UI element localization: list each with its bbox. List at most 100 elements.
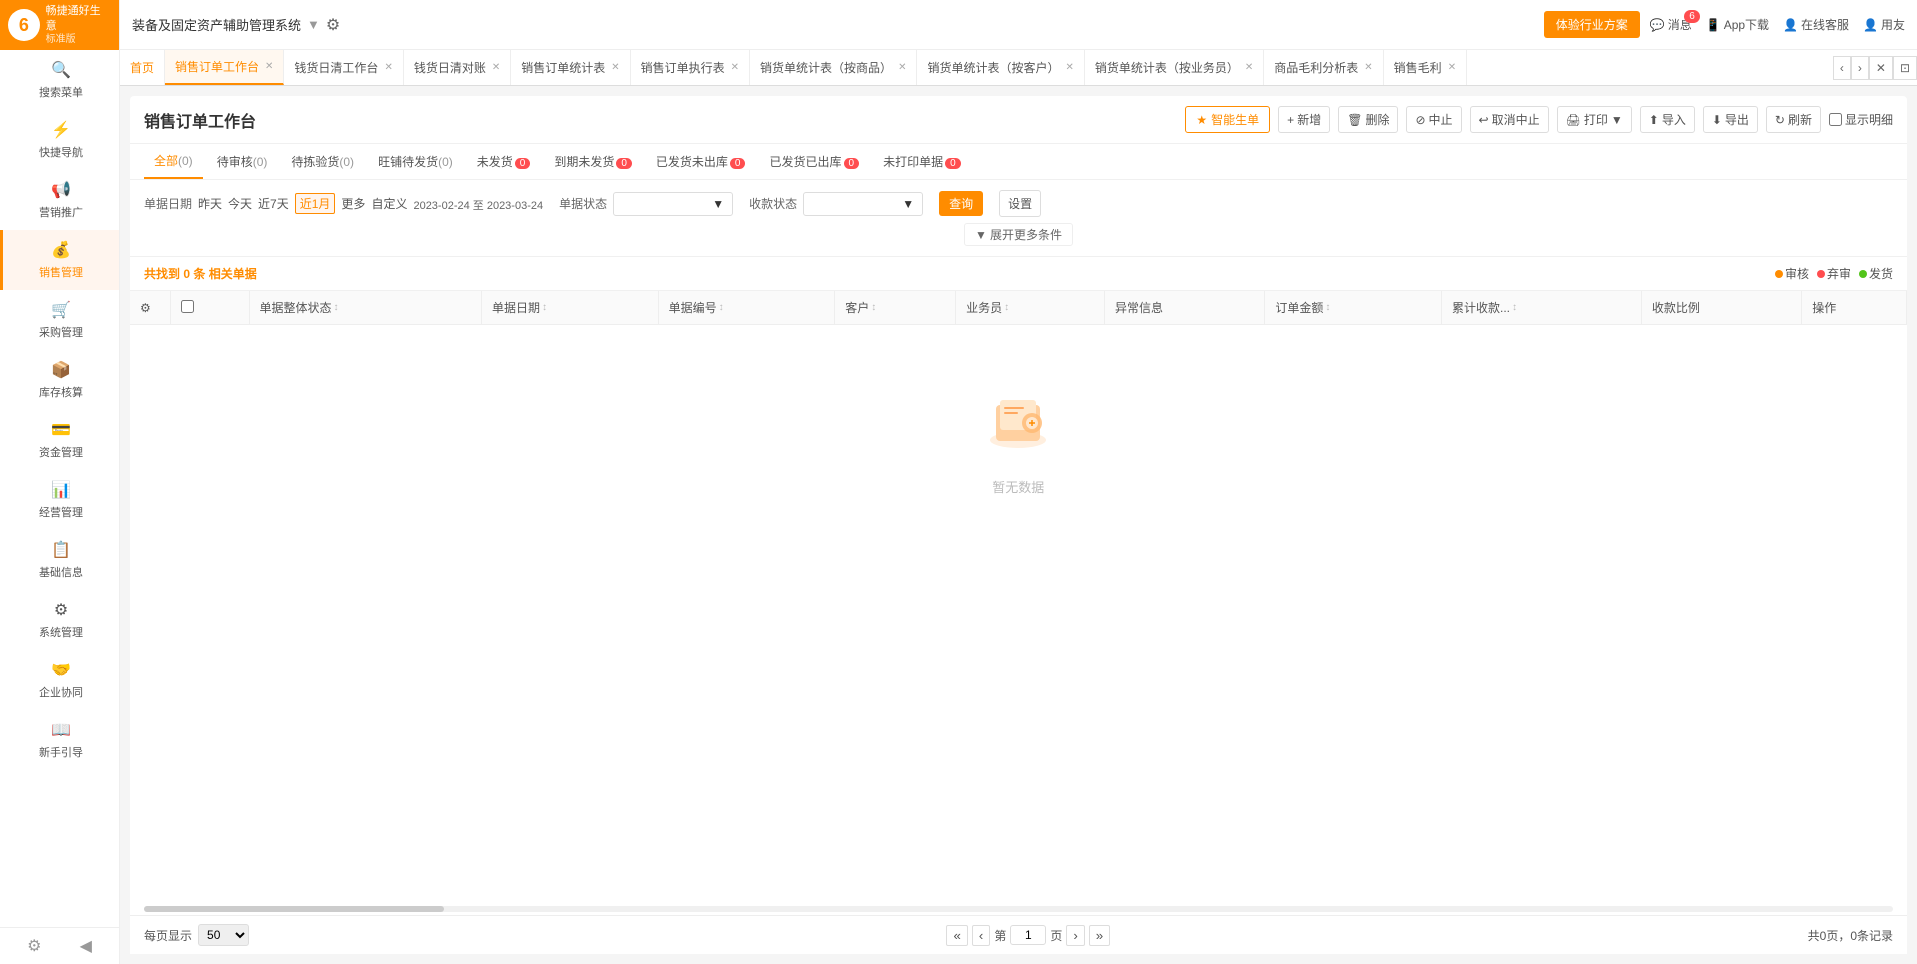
sidebar-item-6[interactable]: 💳资金管理 bbox=[0, 410, 119, 470]
industry-solution-button[interactable]: 体验行业方案 bbox=[1544, 11, 1640, 38]
page-number-input[interactable] bbox=[1010, 925, 1046, 945]
tab-9[interactable]: 商品毛利分析表✕ bbox=[1264, 50, 1383, 85]
sidebar-item-10[interactable]: 🤝企业协同 bbox=[0, 650, 119, 710]
prev-page-button[interactable]: ‹ bbox=[972, 925, 990, 946]
tab-close-all[interactable]: ⊡ bbox=[1893, 56, 1917, 80]
date-option-3[interactable]: 近1月 bbox=[295, 193, 336, 214]
select-all-checkbox[interactable] bbox=[181, 300, 194, 313]
first-page-button[interactable]: « bbox=[946, 925, 967, 946]
tab-close-9[interactable]: ✕ bbox=[1364, 62, 1372, 73]
smart-generate-button[interactable]: ★ 智能生单 bbox=[1185, 106, 1270, 133]
date-option-1[interactable]: 今天 bbox=[228, 195, 252, 212]
sub-tab-3[interactable]: 旺铺待发货(0) bbox=[368, 145, 463, 178]
tab-close-5[interactable]: ✕ bbox=[731, 62, 739, 73]
sidebar-bottom: ⚙ ◀ bbox=[0, 927, 119, 964]
scrollbar-thumb[interactable] bbox=[144, 906, 444, 912]
cancel-stop-button[interactable]: ↩ 取消中止 bbox=[1470, 106, 1549, 133]
col-header-number[interactable]: 单据编号↕ bbox=[658, 291, 835, 325]
sub-tab-8[interactable]: 未打印单据0 bbox=[873, 145, 971, 178]
tab-scroll-left[interactable]: ‹ bbox=[1833, 56, 1851, 80]
sub-tabs: 全部(0)待审核(0)待拣验货(0)旺铺待发货(0)未发货0到期未发货0已发货未… bbox=[130, 144, 1907, 180]
sub-tab-2[interactable]: 待拣验货(0) bbox=[281, 145, 364, 178]
payment-select[interactable]: ▼ bbox=[803, 192, 923, 216]
sidebar-item-9[interactable]: ⚙系统管理 bbox=[0, 590, 119, 650]
date-option-2[interactable]: 近7天 bbox=[258, 195, 289, 212]
add-button[interactable]: + 新增 bbox=[1278, 106, 1330, 133]
tab-1[interactable]: 销售订单工作台✕ bbox=[165, 50, 284, 85]
tab-close-7[interactable]: ✕ bbox=[1065, 62, 1073, 73]
tab-close-3[interactable]: ✕ bbox=[492, 62, 500, 73]
query-button[interactable]: 查询 bbox=[939, 191, 983, 216]
ship-button[interactable]: 发货 bbox=[1859, 265, 1893, 282]
tab-4[interactable]: 销售订单统计表✕ bbox=[511, 50, 630, 85]
export-button[interactable]: ⬇ 导出 bbox=[1703, 106, 1758, 133]
system-gear-icon[interactable]: ⚙ bbox=[326, 15, 340, 35]
user-action[interactable]: 👤 用友 bbox=[1863, 16, 1905, 33]
date-option-0[interactable]: 昨天 bbox=[198, 195, 222, 212]
delete-button[interactable]: 🗑 删除 bbox=[1338, 106, 1398, 133]
col-header-salesman[interactable]: 业务员↕ bbox=[956, 291, 1105, 325]
sidebar-item-4[interactable]: 🛒采购管理 bbox=[0, 290, 119, 350]
col-header-received[interactable]: 累计收款...↕ bbox=[1441, 291, 1641, 325]
tab-close-10[interactable]: ✕ bbox=[1448, 62, 1456, 73]
tab-close-8[interactable]: ✕ bbox=[1245, 62, 1253, 73]
sidebar-item-1[interactable]: ⚡快捷导航 bbox=[0, 110, 119, 170]
sidebar-item-0[interactable]: 🔍搜索菜单 bbox=[0, 50, 119, 110]
print-button[interactable]: 🖨 打印 ▼ bbox=[1557, 106, 1632, 133]
status-filter: 单据状态 ▼ bbox=[559, 192, 733, 216]
sidebar-item-7[interactable]: 📊经营管理 bbox=[0, 470, 119, 530]
online-service-action[interactable]: 👤 在线客服 bbox=[1783, 16, 1849, 33]
tab-5[interactable]: 销售订单执行表✕ bbox=[631, 50, 750, 85]
sidebar-settings-icon[interactable]: ⚙ bbox=[27, 936, 41, 956]
col-header-status[interactable]: 单据整体状态↕ bbox=[249, 291, 481, 325]
col-header-customer[interactable]: 客户↕ bbox=[835, 291, 956, 325]
sidebar-collapse-icon[interactable]: ◀ bbox=[80, 936, 92, 956]
tab-close-4[interactable]: ✕ bbox=[611, 62, 619, 73]
sidebar-item-5[interactable]: 📦库存核算 bbox=[0, 350, 119, 410]
page-size-select[interactable]: 10 20 50 100 bbox=[198, 924, 249, 946]
col-header-date[interactable]: 单据日期↕ bbox=[481, 291, 658, 325]
tab-0[interactable]: 首页 bbox=[120, 50, 165, 85]
sidebar-item-3[interactable]: 💰销售管理 bbox=[0, 230, 119, 290]
system-title-arrow[interactable]: ▼ bbox=[307, 17, 320, 32]
sub-tab-4[interactable]: 未发货0 bbox=[467, 145, 541, 178]
date-option-4[interactable]: 更多 bbox=[341, 195, 365, 212]
app-download-action[interactable]: 📱 App下载 bbox=[1706, 16, 1769, 33]
sidebar-item-8[interactable]: 📋基础信息 bbox=[0, 530, 119, 590]
tab-10[interactable]: 销售毛利✕ bbox=[1384, 50, 1467, 85]
date-option-5[interactable]: 自定义 bbox=[371, 195, 407, 212]
col-header-amount[interactable]: 订单金额↕ bbox=[1265, 291, 1442, 325]
tab-close-current[interactable]: ✕ bbox=[1869, 56, 1893, 80]
cancel-stop-icon: ↩ bbox=[1479, 113, 1489, 127]
sub-tab-0[interactable]: 全部(0) bbox=[144, 144, 203, 179]
tab-6[interactable]: 销货单统计表（按商品）✕ bbox=[750, 50, 917, 85]
tab-2[interactable]: 钱货日清工作台✕ bbox=[284, 50, 403, 85]
sub-tab-6[interactable]: 已发货未出库0 bbox=[646, 145, 756, 178]
tab-7[interactable]: 销货单统计表（按客户）✕ bbox=[917, 50, 1084, 85]
tab-close-6[interactable]: ✕ bbox=[898, 62, 906, 73]
tab-close-1[interactable]: ✕ bbox=[265, 61, 273, 72]
sub-tab-1[interactable]: 待审核(0) bbox=[207, 145, 278, 178]
last-page-button[interactable]: » bbox=[1089, 925, 1110, 946]
sub-tab-5[interactable]: 到期未发货0 bbox=[544, 145, 642, 178]
settings-button[interactable]: 设置 bbox=[999, 190, 1041, 217]
tab-close-2[interactable]: ✕ bbox=[384, 62, 392, 73]
show-detail-checkbox[interactable] bbox=[1829, 113, 1842, 126]
import-button[interactable]: ⬆ 导入 bbox=[1640, 106, 1695, 133]
next-page-button[interactable]: › bbox=[1066, 925, 1084, 946]
show-detail-toggle[interactable]: 显示明细 bbox=[1829, 111, 1893, 128]
sub-tab-7[interactable]: 已发货已出库0 bbox=[759, 145, 869, 178]
tab-scroll-right[interactable]: › bbox=[1851, 56, 1869, 80]
sidebar-item-11[interactable]: 📖新手引导 bbox=[0, 710, 119, 770]
status-select[interactable]: ▼ bbox=[613, 192, 733, 216]
horizontal-scrollbar[interactable] bbox=[130, 903, 1907, 915]
stop-button[interactable]: ⊘ 中止 bbox=[1406, 106, 1461, 133]
tab-8[interactable]: 销货单统计表（按业务员）✕ bbox=[1085, 50, 1264, 85]
message-action[interactable]: 💬 消息 6 bbox=[1650, 16, 1692, 33]
refresh-button[interactable]: ↻ 刷新 bbox=[1766, 106, 1821, 133]
tab-3[interactable]: 钱货日清对账✕ bbox=[404, 50, 511, 85]
audit-button[interactable]: 审核 bbox=[1775, 265, 1809, 282]
cancel-audit-button[interactable]: 弃审 bbox=[1817, 265, 1851, 282]
expand-conditions-button[interactable]: ▼ 展开更多条件 bbox=[964, 223, 1073, 246]
sidebar-item-2[interactable]: 📢营销推广 bbox=[0, 170, 119, 230]
